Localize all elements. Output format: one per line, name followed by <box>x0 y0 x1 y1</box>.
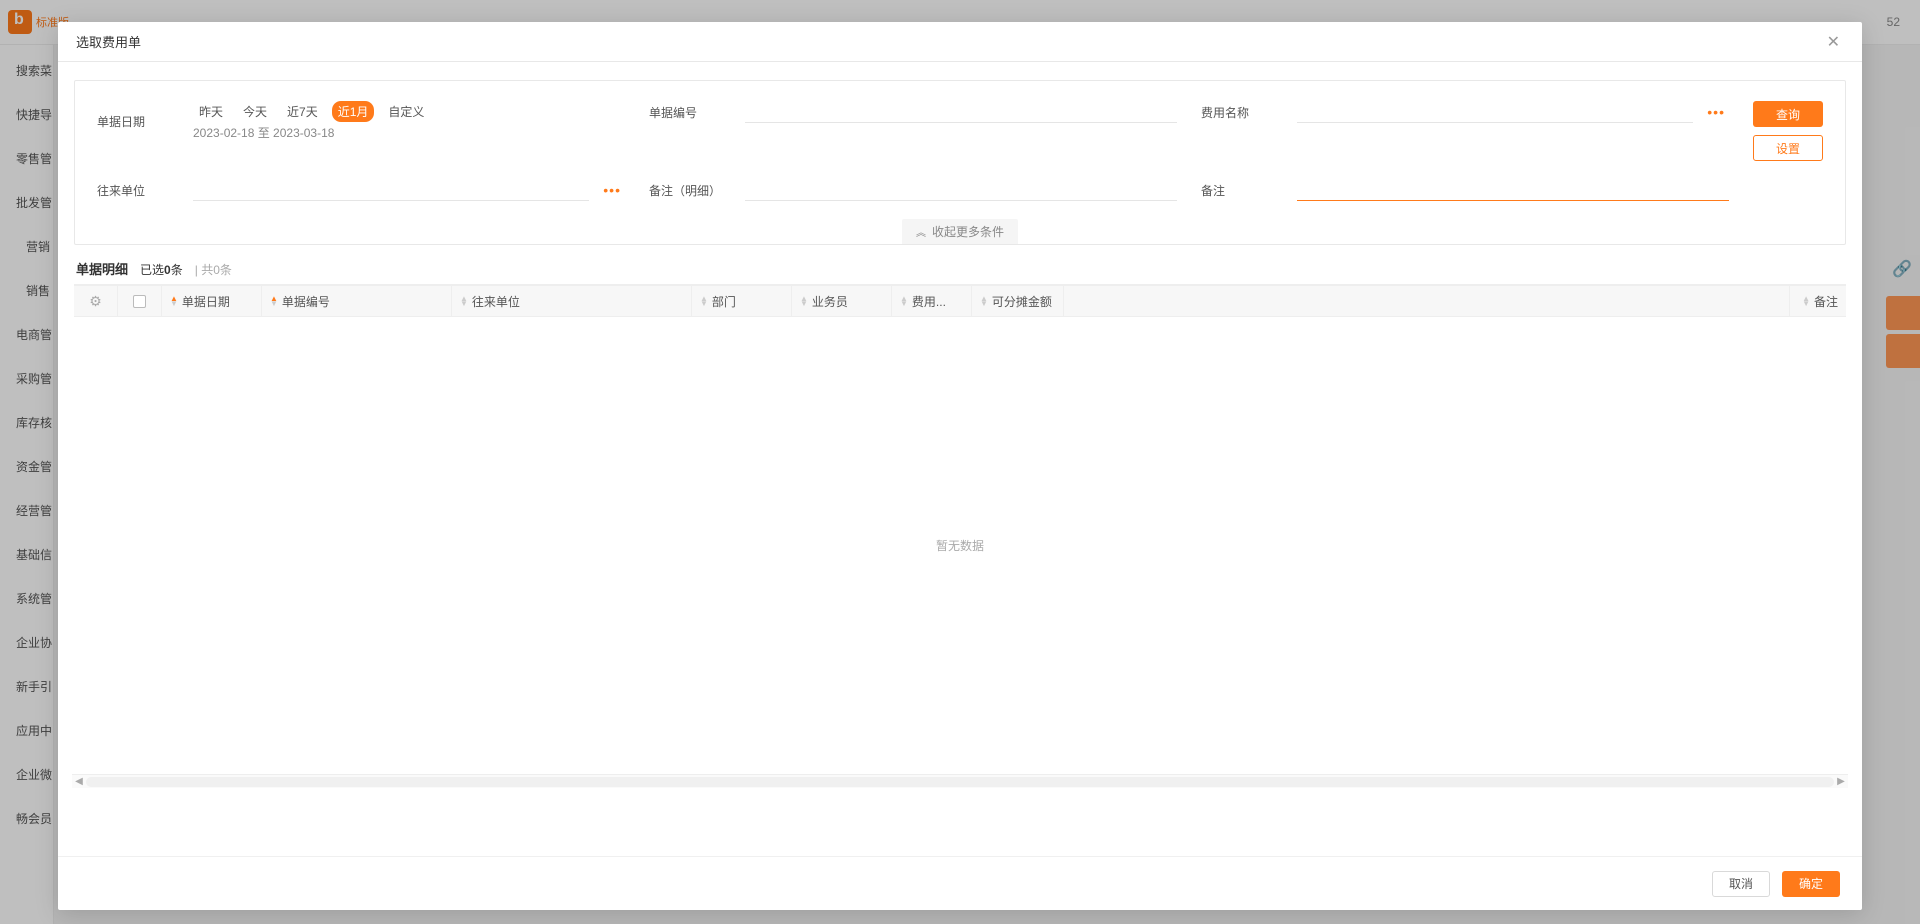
filter-partner-label: 往来单位 <box>97 182 183 199</box>
modal-body: 单据日期 昨天 今天 近7天 近1月 自定义 2023-02-18 至 2023… <box>58 62 1862 856</box>
date-preset-yesterday[interactable]: 昨天 <box>193 101 229 122</box>
settings-button[interactable]: 设置 <box>1753 135 1823 161</box>
filter-fee-name-label: 费用名称 <box>1201 104 1287 121</box>
checkbox[interactable] <box>133 295 146 308</box>
filter-remark: 备注 <box>1201 179 1729 201</box>
filter-code-label: 单据编号 <box>649 104 735 121</box>
date-preset-7d[interactable]: 近7天 <box>281 101 324 122</box>
filter-remark-detail-label: 备注（明细） <box>649 182 735 199</box>
column-code[interactable]: ▲▼ 单据编号 <box>262 286 452 316</box>
sort-desc-icon: ▼ <box>980 301 988 306</box>
scroll-left-icon[interactable]: ◀ <box>72 776 86 787</box>
results-table: ⚙ ▲▼ 单据日期 ▲▼ 单据编号 ▲▼ 往来单位 ▲▼ 部门 <box>74 284 1846 774</box>
filter-actions: 查询 设置 <box>1753 101 1823 161</box>
filter-fee-name: 费用名称 ••• <box>1201 101 1729 123</box>
code-input[interactable] <box>745 101 1177 123</box>
section-title: 单据明细 <box>76 259 128 278</box>
sort-desc-icon: ▼ <box>700 301 708 306</box>
filter-date: 单据日期 昨天 今天 近7天 近1月 自定义 2023-02-18 至 2023… <box>97 101 625 141</box>
query-button[interactable]: 查询 <box>1753 101 1823 127</box>
ok-button[interactable]: 确定 <box>1782 871 1840 897</box>
column-spacer <box>1064 286 1790 316</box>
fee-name-more-icon[interactable]: ••• <box>1703 104 1729 120</box>
filter-panel: 单据日期 昨天 今天 近7天 近1月 自定义 2023-02-18 至 2023… <box>74 80 1846 245</box>
partner-more-icon[interactable]: ••• <box>599 182 625 198</box>
column-fee[interactable]: ▲▼ 费用... <box>892 286 972 316</box>
column-operator[interactable]: ▲▼ 业务员 <box>792 286 892 316</box>
fee-name-input[interactable] <box>1297 101 1693 123</box>
column-select-all[interactable] <box>118 286 162 316</box>
sort-desc-icon: ▼ <box>460 301 468 306</box>
filter-partner: 往来单位 ••• <box>97 179 625 201</box>
date-range-text: 2023-02-18 至 2023-03-18 <box>193 124 430 141</box>
date-preset-custom[interactable]: 自定义 <box>382 101 430 122</box>
column-partner[interactable]: ▲▼ 往来单位 <box>452 286 692 316</box>
sort-desc-icon: ▼ <box>270 301 278 306</box>
column-remark[interactable]: ▲▼ 备注 <box>1790 286 1846 316</box>
section-bar: 单据明细 已选0条 | 共0条 <box>76 259 1844 278</box>
selected-count: 已选0条 <box>140 261 183 278</box>
remark-input[interactable] <box>1297 179 1729 201</box>
close-icon[interactable]: ✕ <box>1823 28 1844 56</box>
remark-detail-input[interactable] <box>745 179 1177 201</box>
sort-desc-icon: ▼ <box>800 301 808 306</box>
collapse-text: 收起更多条件 <box>932 223 1004 240</box>
modal-header: 选取费用单 ✕ <box>58 22 1862 62</box>
scroll-right-icon[interactable]: ▶ <box>1834 776 1848 787</box>
chevron-up-icon: ︽ <box>916 224 926 239</box>
filter-code: 单据编号 <box>649 101 1177 123</box>
modal-footer: 取消 确定 <box>58 856 1862 910</box>
select-fee-modal: 选取费用单 ✕ 单据日期 昨天 今天 近7天 近1月 自定义 <box>58 22 1862 910</box>
empty-state: 暂无数据 <box>74 317 1846 774</box>
column-date[interactable]: ▲▼ 单据日期 <box>162 286 262 316</box>
filter-date-label: 单据日期 <box>97 113 183 130</box>
partner-input[interactable] <box>193 179 589 201</box>
sort-desc-icon: ▼ <box>170 301 178 306</box>
column-alloc[interactable]: ▲▼ 可分摊金额 <box>972 286 1064 316</box>
filter-remark-detail: 备注（明细） <box>649 179 1177 201</box>
collapse-filters-button[interactable]: ︽ 收起更多条件 <box>902 219 1018 244</box>
total-count: | 共0条 <box>195 261 232 278</box>
gear-icon: ⚙ <box>89 293 102 310</box>
horizontal-scrollbar[interactable]: ◀ ▶ <box>72 774 1848 788</box>
column-dept[interactable]: ▲▼ 部门 <box>692 286 792 316</box>
date-preset-today[interactable]: 今天 <box>237 101 273 122</box>
scroll-track[interactable] <box>86 777 1834 787</box>
column-settings[interactable]: ⚙ <box>74 286 118 316</box>
sort-desc-icon: ▼ <box>1802 301 1810 306</box>
cancel-button[interactable]: 取消 <box>1712 871 1770 897</box>
sort-desc-icon: ▼ <box>900 301 908 306</box>
modal-title: 选取费用单 <box>76 32 141 51</box>
filter-remark-label: 备注 <box>1201 182 1287 199</box>
date-preset-1m[interactable]: 近1月 <box>332 101 375 122</box>
table-header: ⚙ ▲▼ 单据日期 ▲▼ 单据编号 ▲▼ 往来单位 ▲▼ 部门 <box>74 285 1846 317</box>
